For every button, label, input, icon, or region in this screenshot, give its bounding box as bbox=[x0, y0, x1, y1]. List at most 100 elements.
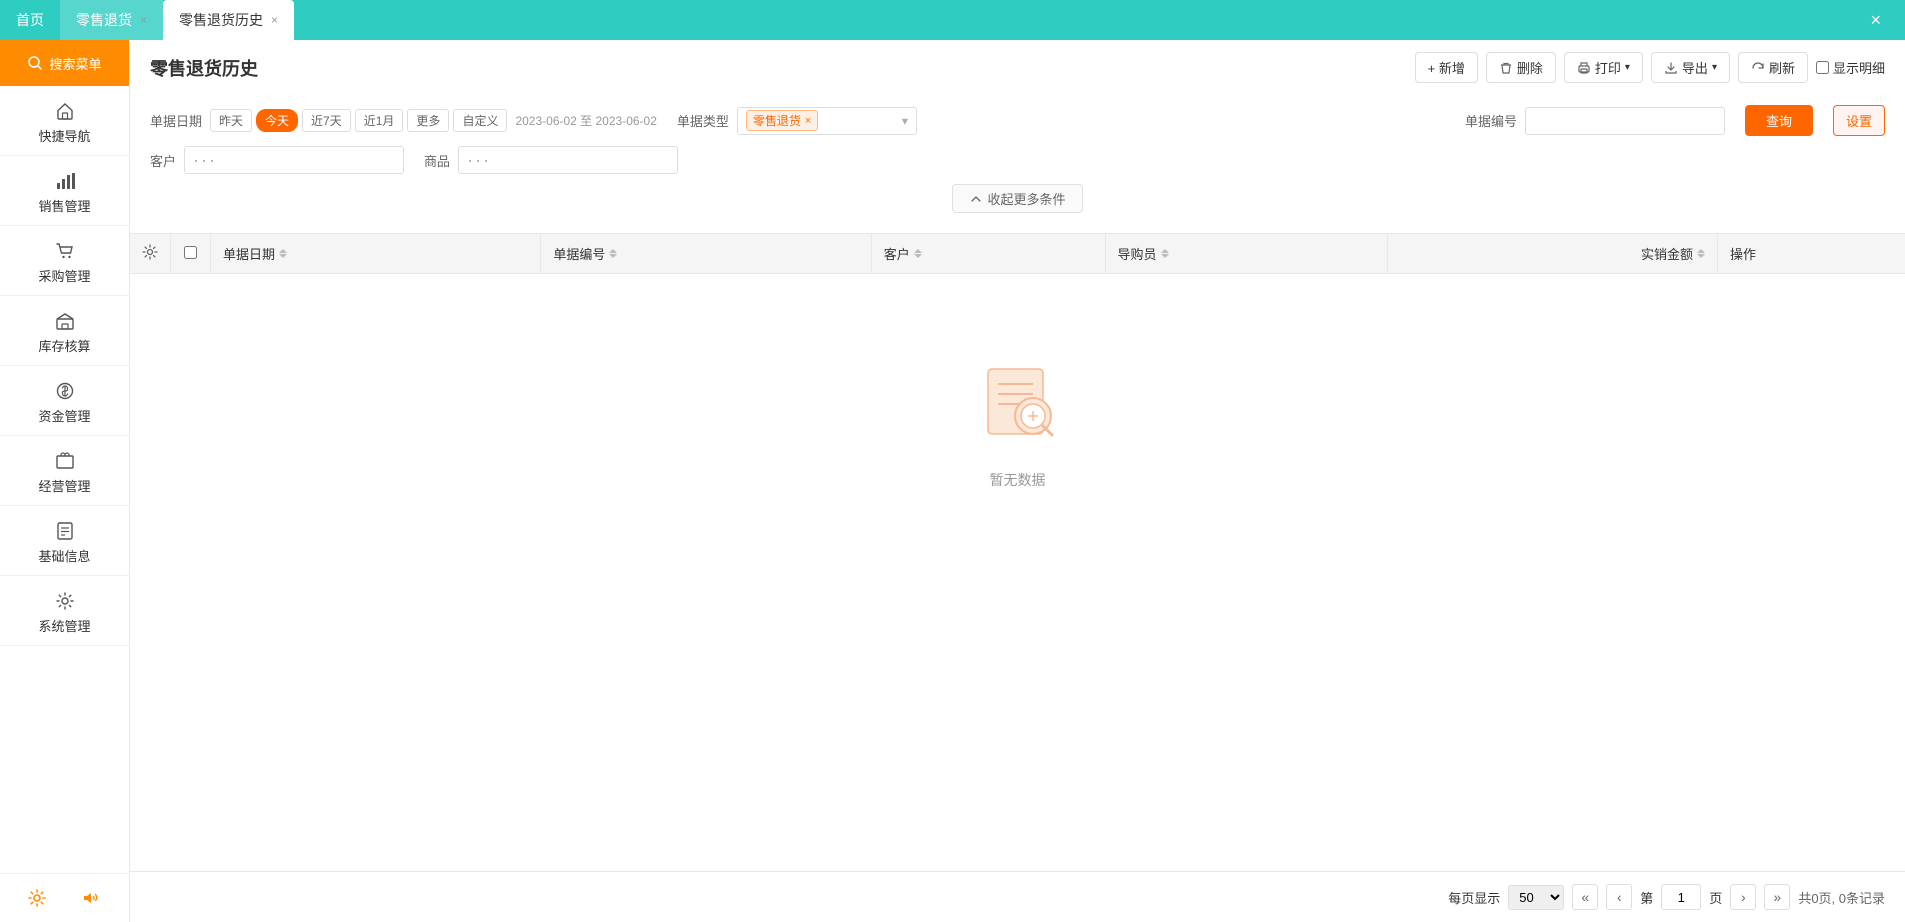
table-container: 单据日期 单据编号 bbox=[130, 234, 1905, 871]
page-first-button[interactable]: « bbox=[1572, 884, 1598, 910]
sidebar-item-quicknav[interactable]: 快捷导航 bbox=[0, 86, 129, 156]
tab-home[interactable]: 首页 bbox=[0, 0, 60, 40]
th-guide-label: 导购员 bbox=[1118, 244, 1157, 263]
window-close-button[interactable]: × bbox=[1862, 10, 1889, 31]
th-guide[interactable]: 导购员 bbox=[1105, 234, 1387, 274]
home-icon bbox=[54, 100, 76, 122]
query-button[interactable]: 查询 bbox=[1745, 105, 1813, 136]
date-btn-today[interactable]: 今天 bbox=[256, 109, 298, 132]
empty-state-text: 暂无数据 bbox=[990, 470, 1046, 490]
settings-button[interactable]: 设置 bbox=[1833, 105, 1885, 136]
customer-sort-arrows bbox=[914, 249, 922, 258]
customer-placeholder: ··· bbox=[193, 150, 217, 171]
chevron-up-icon bbox=[969, 192, 983, 206]
new-button[interactable]: + 新增 bbox=[1415, 52, 1478, 83]
warehouse-icon bbox=[54, 310, 76, 332]
sidebar-search[interactable]: 搜索菜单 bbox=[0, 40, 129, 86]
display-detail-input[interactable] bbox=[1816, 61, 1829, 74]
print-label: 打印 bbox=[1595, 58, 1621, 77]
sidebar: 搜索菜单 快捷导航 销售管理 bbox=[0, 40, 130, 922]
th-docno[interactable]: 单据编号 bbox=[541, 234, 871, 274]
tab-retail-return[interactable]: 零售退货 × bbox=[60, 0, 163, 40]
sidebar-item-purchase[interactable]: 采购管理 bbox=[0, 226, 129, 296]
export-icon bbox=[1664, 61, 1678, 75]
th-amount[interactable]: 实销金额 bbox=[1387, 234, 1717, 274]
page-header: 零售退货历史 + 新增 删除 bbox=[130, 40, 1905, 234]
date-btn-1month[interactable]: 近1月 bbox=[355, 109, 404, 132]
sidebar-item-baseinfo[interactable]: 基础信息 bbox=[0, 506, 129, 576]
delete-button[interactable]: 删除 bbox=[1486, 52, 1556, 83]
sidebar-item-inventory[interactable]: 库存核算 bbox=[0, 296, 129, 366]
money-icon bbox=[54, 380, 76, 402]
export-button[interactable]: 导出 ▾ bbox=[1651, 52, 1730, 83]
display-detail-checkbox[interactable]: 显示明细 bbox=[1816, 58, 1885, 77]
date-sort-arrows bbox=[279, 249, 287, 258]
filter-row-2: 客户 ··· 商品 ··· bbox=[150, 146, 1885, 174]
search-icon bbox=[27, 55, 43, 71]
page-prev-button[interactable]: ‹ bbox=[1606, 884, 1632, 910]
select-all-checkbox[interactable] bbox=[184, 246, 197, 259]
page-input[interactable] bbox=[1661, 884, 1701, 910]
doctype-chip-remove[interactable]: × bbox=[805, 115, 811, 127]
tab-home-label: 首页 bbox=[16, 10, 44, 30]
sidebar-bottom bbox=[0, 873, 129, 922]
filter-docno-field: 单据编号 bbox=[1465, 107, 1725, 135]
print-dropdown-icon: ▾ bbox=[1625, 62, 1630, 73]
volume-icon[interactable] bbox=[78, 884, 106, 912]
filter-doctype-field: 单据类型 零售退货 × ▾ bbox=[677, 107, 917, 135]
pagination-bar: 每页显示 50 20 100 « ‹ 第 页 › » 共0页, 0条记录 bbox=[130, 871, 1905, 922]
tab-retail-return-history-label: 零售退货历史 bbox=[179, 10, 263, 30]
filter-customer-field: 客户 ··· bbox=[150, 146, 404, 174]
sidebar-item-business-label: 经营管理 bbox=[38, 476, 90, 495]
filter-doctype-value: 零售退货 × bbox=[746, 110, 896, 131]
filter-area: 单据日期 昨天 今天 近7天 近1月 更多 自定义 2023-06-02 至 2… bbox=[150, 93, 1885, 233]
filter-product-field: 商品 ··· bbox=[424, 146, 678, 174]
date-options: 昨天 今天 近7天 近1月 更多 自定义 bbox=[210, 109, 507, 132]
top-bar-right: × bbox=[1862, 10, 1905, 31]
page-title: 零售退货历史 bbox=[150, 55, 258, 81]
toolbar-buttons: + 新增 删除 打印 ▾ bbox=[1415, 52, 1885, 83]
display-detail-label: 显示明细 bbox=[1833, 58, 1885, 77]
tab-retail-return-history[interactable]: 零售退货历史 × bbox=[163, 0, 294, 40]
page-size-label: 每页显示 bbox=[1448, 888, 1500, 907]
empty-state: 暂无数据 bbox=[130, 274, 1905, 570]
date-btn-yesterday[interactable]: 昨天 bbox=[210, 109, 252, 132]
docno-sort-arrows bbox=[609, 249, 617, 258]
filter-product-label: 商品 bbox=[424, 151, 450, 170]
sidebar-item-sales-label: 销售管理 bbox=[38, 196, 90, 215]
refresh-button[interactable]: 刷新 bbox=[1738, 52, 1808, 83]
date-btn-more[interactable]: 更多 bbox=[407, 109, 449, 132]
page-label: 第 bbox=[1640, 888, 1653, 907]
print-button[interactable]: 打印 ▾ bbox=[1564, 52, 1643, 83]
settings-bottom-icon[interactable] bbox=[23, 884, 51, 912]
sidebar-item-finance[interactable]: 资金管理 bbox=[0, 366, 129, 436]
sidebar-item-sales[interactable]: 销售管理 bbox=[0, 156, 129, 226]
tab-retail-return-close[interactable]: × bbox=[140, 13, 147, 27]
filter-docno-input[interactable] bbox=[1525, 107, 1725, 135]
table-settings-icon[interactable] bbox=[142, 244, 158, 260]
main-layout: 搜索菜单 快捷导航 销售管理 bbox=[0, 40, 1905, 922]
date-btn-custom[interactable]: 自定义 bbox=[453, 109, 507, 132]
sidebar-item-system[interactable]: 系统管理 bbox=[0, 576, 129, 646]
th-checkbox[interactable] bbox=[171, 234, 211, 274]
th-settings[interactable] bbox=[130, 234, 171, 274]
filter-customer-select[interactable]: ··· bbox=[184, 146, 404, 174]
date-btn-7days[interactable]: 近7天 bbox=[302, 109, 351, 132]
page-next-button[interactable]: › bbox=[1730, 884, 1756, 910]
th-customer[interactable]: 客户 bbox=[871, 234, 1105, 274]
page-title-row: 零售退货历史 + 新增 删除 bbox=[150, 52, 1885, 93]
th-date[interactable]: 单据日期 bbox=[211, 234, 541, 274]
tab-retail-return-history-close[interactable]: × bbox=[271, 13, 278, 27]
filter-doctype-select[interactable]: 零售退货 × ▾ bbox=[737, 107, 917, 135]
th-amount-label: 实销金额 bbox=[1641, 244, 1693, 263]
delete-icon bbox=[1499, 61, 1513, 75]
sidebar-item-business[interactable]: 经营管理 bbox=[0, 436, 129, 506]
page-last-button[interactable]: » bbox=[1764, 884, 1790, 910]
content-main: 单据日期 单据编号 bbox=[130, 234, 1905, 922]
doctype-chip-label: 零售退货 bbox=[753, 112, 801, 129]
collapse-filter-button[interactable]: 收起更多条件 bbox=[952, 184, 1082, 213]
filter-product-select[interactable]: ··· bbox=[458, 146, 678, 174]
page-size-select[interactable]: 50 20 100 bbox=[1508, 885, 1564, 910]
tab-retail-return-label: 零售退货 bbox=[76, 10, 132, 30]
total-info: 共0页, 0条记录 bbox=[1798, 888, 1885, 907]
